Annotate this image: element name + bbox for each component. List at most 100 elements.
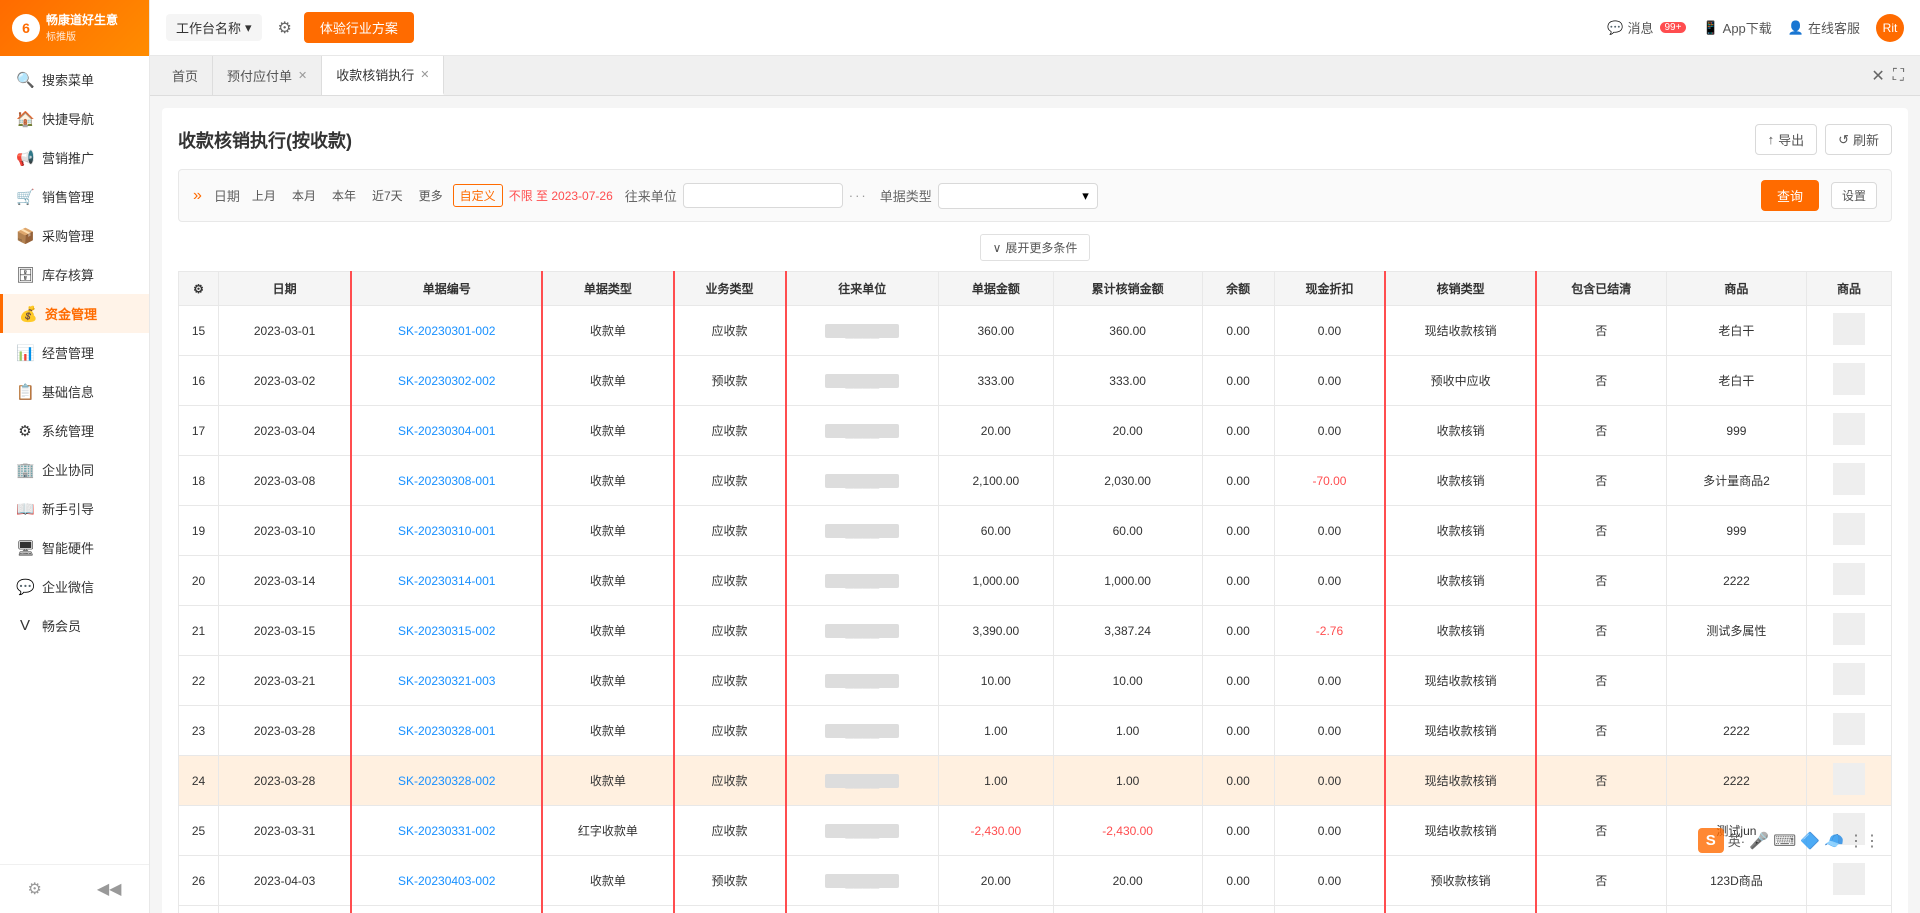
cell-balance: 0.00 <box>1202 606 1274 656</box>
cell-doc-no: SK-20230314-001 <box>351 556 542 606</box>
sidebar-item-hardware[interactable]: 🖥智能硬件 <box>0 528 149 567</box>
expand-more-wrapper: ∨ 展开更多条件 <box>178 234 1892 261</box>
sidebar-item-wechat[interactable]: 💬企业微信 <box>0 567 149 606</box>
watermark-grid[interactable]: 🔷 <box>1800 831 1820 851</box>
cell-cancel-type: 收款核销 <box>1385 556 1535 606</box>
cell-biz-type: 应收款 <box>674 506 786 556</box>
sidebar-item-guide[interactable]: 📖新手引导 <box>0 489 149 528</box>
workspace-selector[interactable]: 工作台名称 ▾ <box>166 14 262 41</box>
messages-label: 消息 <box>1627 18 1653 37</box>
sidebar-item-system[interactable]: ⚙系统管理 <box>0 411 149 450</box>
cell-no: 15 <box>179 306 219 356</box>
partner-input[interactable] <box>683 183 843 208</box>
cell-no: 16 <box>179 356 219 406</box>
cell-goods2 <box>1807 406 1892 456</box>
table-row: 20 2023-03-14 SK-20230314-001 收款单 应收款 ██… <box>179 556 1892 606</box>
cell-cumulative: 20.00 <box>1053 856 1202 906</box>
cell-partner: ████ <box>786 506 939 556</box>
tab-prepay-close[interactable]: ✕ <box>298 69 307 82</box>
refresh-btn[interactable]: ↺ 刷新 <box>1825 124 1892 155</box>
sidebar-item-quicknav[interactable]: 🏠快捷导航 <box>0 99 149 138</box>
sidebar-item-purchase[interactable]: 📦采购管理 <box>0 216 149 255</box>
partner-filter-group: 往来单位 ··· <box>625 183 868 208</box>
sidebar-settings-btn[interactable]: ⚙ <box>18 873 52 905</box>
cell-no: 22 <box>179 656 219 706</box>
tab-receipt-close[interactable]: ✕ <box>420 68 429 81</box>
cell-cash-discount: -70.00 <box>1274 456 1385 506</box>
cell-balance: 0.00 <box>1202 706 1274 756</box>
cell-cumulative: 60.00 <box>1053 506 1202 556</box>
sidebar-item-marketing[interactable]: 📢营销推广 <box>0 138 149 177</box>
doc-type-select[interactable]: ▾ <box>938 183 1098 209</box>
sidebar-item-sales[interactable]: 🛒销售管理 <box>0 177 149 216</box>
online-service-action[interactable]: 👤 在线客服 <box>1788 18 1860 37</box>
cell-cash-discount: 0.00 <box>1274 306 1385 356</box>
app-download-action[interactable]: 📱 App下载 <box>1702 18 1771 37</box>
table-row: 19 2023-03-10 SK-20230310-001 收款单 应收款 ██… <box>179 506 1892 556</box>
settings-btn[interactable]: 设置 <box>1831 182 1877 209</box>
cell-cancel-type: 现结收款核销 <box>1385 706 1535 756</box>
tabbar-expand-btn[interactable]: ⛶ <box>1893 66 1904 86</box>
cell-biz-type: 应收款 <box>674 556 786 606</box>
sidebar-item-inventory[interactable]: 🗄库存核算 <box>0 255 149 294</box>
export-btn[interactable]: ↑ 导出 <box>1755 124 1818 155</box>
watermark-extra[interactable]: ⋮⋮ <box>1848 831 1880 851</box>
sidebar-item-finance[interactable]: 💰资金管理 <box>0 294 149 333</box>
partner-filter-label: 往来单位 <box>625 186 677 205</box>
tab-home[interactable]: 首页 <box>158 56 213 95</box>
cell-balance: 0.00 <box>1202 556 1274 606</box>
cell-include-settled: 否 <box>1536 356 1666 406</box>
tab-prepay[interactable]: 预付应付单 ✕ <box>213 56 322 95</box>
col-biz-type: 业务类型 <box>674 272 786 306</box>
expand-more-btn[interactable]: ∨ 展开更多条件 <box>980 234 1091 261</box>
sidebar-item-basic[interactable]: 📋基础信息 <box>0 372 149 411</box>
sidebar-icon-search: 🔍 <box>16 71 34 89</box>
cell-balance: 0.00 <box>1202 806 1274 856</box>
cell-doc-no: SK-20230328-002 <box>351 756 542 806</box>
filter-toggle-btn[interactable]: » <box>193 187 202 205</box>
topbar-gear-icon[interactable]: ⚙ <box>278 18 292 38</box>
sidebar-item-enterprise[interactable]: 🏢企业协同 <box>0 450 149 489</box>
cell-doc-type: 收款单 <box>542 856 673 906</box>
col-goods2: 商品 <box>1807 272 1892 306</box>
sidebar-item-member[interactable]: V畅会员 <box>0 606 149 645</box>
logo-subtitle: 标推版 <box>46 28 118 43</box>
last-month-btn[interactable]: 上月 <box>246 184 282 207</box>
tabbar-close-btn[interactable]: ✕ <box>1871 66 1884 86</box>
cell-no: 26 <box>179 856 219 906</box>
last-7-days-btn[interactable]: 近7天 <box>366 184 409 207</box>
cell-balance: 0.00 <box>1202 506 1274 556</box>
sidebar-label-operation: 经营管理 <box>42 343 94 362</box>
custom-date-btn[interactable]: 自定义 <box>453 184 503 207</box>
partner-dots[interactable]: ··· <box>849 188 868 203</box>
watermark-mic[interactable]: 🎤 <box>1749 831 1769 851</box>
watermark-shirt[interactable]: 🧢 <box>1824 831 1844 851</box>
cell-include-settled: 否 <box>1536 706 1666 756</box>
cell-cancel-type: 预收中应收 <box>1385 356 1535 406</box>
sidebar-label-quicknav: 快捷导航 <box>42 109 94 128</box>
more-date-btn[interactable]: 更多 <box>413 184 449 207</box>
cell-no: 21 <box>179 606 219 656</box>
cell-goods2 <box>1807 356 1892 406</box>
service-icon: 👤 <box>1788 20 1804 36</box>
cell-partner: ████ <box>786 606 939 656</box>
avatar[interactable]: Rit <box>1876 14 1904 42</box>
table-row: 25 2023-03-31 SK-20230331-002 红字收款单 应收款 … <box>179 806 1892 856</box>
cell-partner: ████ <box>786 656 939 706</box>
sidebar-icon-sales: 🛒 <box>16 188 34 206</box>
watermark-keyboard[interactable]: ⌨ <box>1773 831 1796 851</box>
messages-action[interactable]: 💬 消息 99+ <box>1607 18 1686 37</box>
query-btn[interactable]: 查询 <box>1761 180 1819 211</box>
sidebar-item-operation[interactable]: 📊经营管理 <box>0 333 149 372</box>
this-month-btn[interactable]: 本月 <box>286 184 322 207</box>
sidebar-item-search[interactable]: 🔍搜索菜单 <box>0 60 149 99</box>
tab-receipt[interactable]: 收款核销执行 ✕ <box>322 56 444 95</box>
this-year-btn[interactable]: 本年 <box>326 184 362 207</box>
cell-doc-type: 收款单 <box>542 656 673 706</box>
cell-include-settled: 否 <box>1536 606 1666 656</box>
sidebar-collapse-btn[interactable]: ◀◀ <box>87 873 132 905</box>
col-doc-no: 单据编号 <box>351 272 542 306</box>
col-settings[interactable]: ⚙ <box>179 272 219 306</box>
industry-solution-btn[interactable]: 体验行业方案 <box>304 12 414 43</box>
sidebar-logo: 6 畅康道好生意 标推版 <box>0 0 149 56</box>
